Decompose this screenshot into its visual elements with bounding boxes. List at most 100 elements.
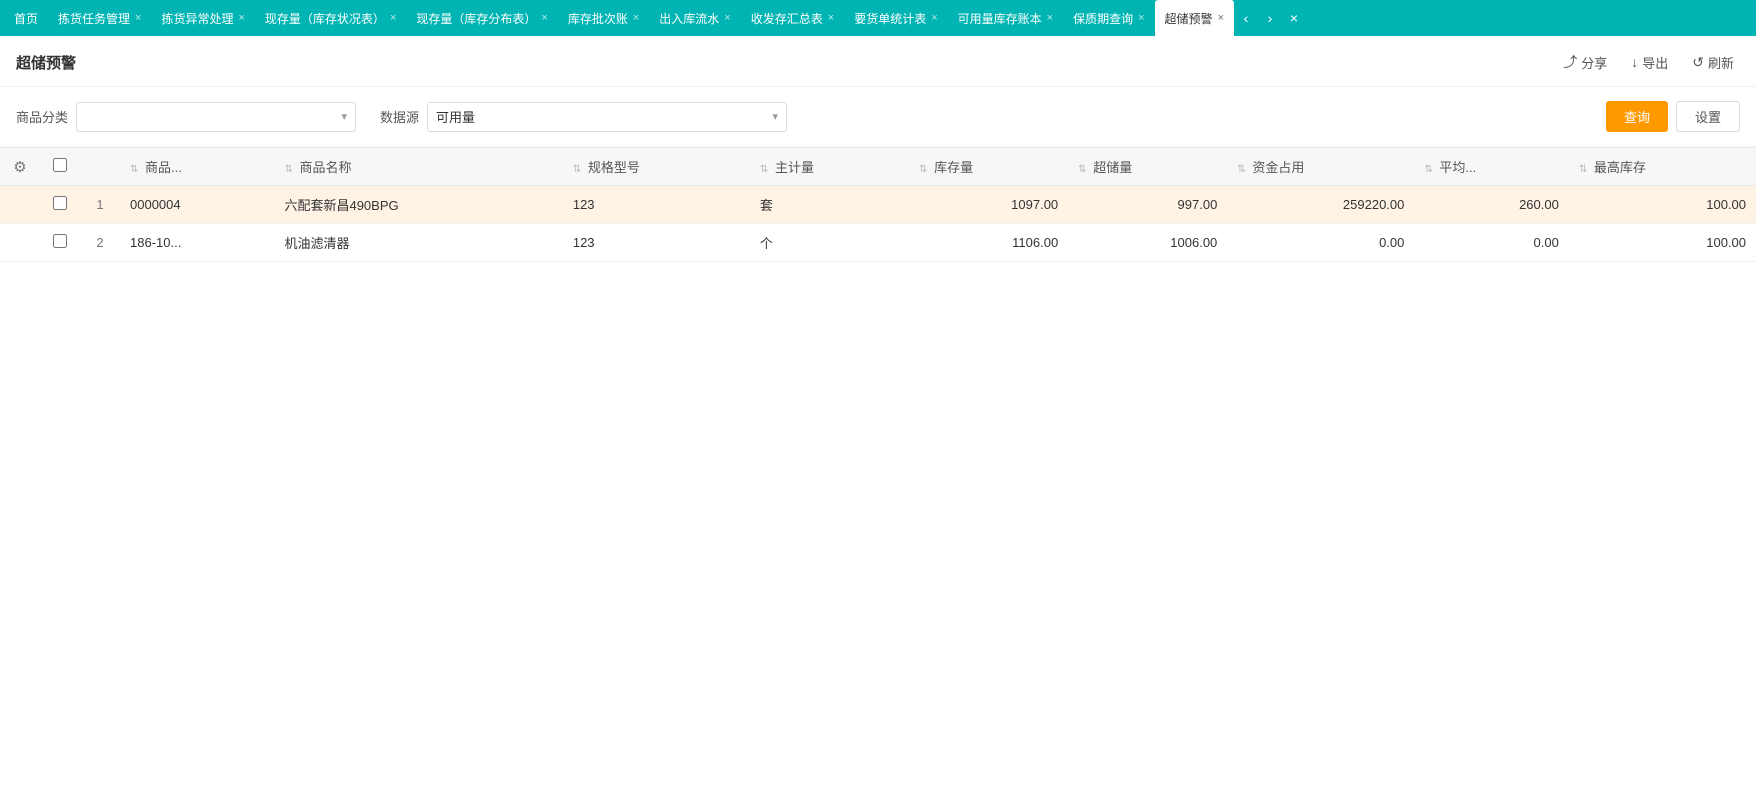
row-overstock: 997.00 — [1068, 186, 1227, 224]
sort-icon: ⇅ — [919, 164, 927, 175]
sort-icon: ⇅ — [130, 164, 138, 175]
sort-icon: ⇅ — [760, 164, 768, 175]
page-header: 超储预警 ⤴ 分享 ↓ 导出 ↺ 刷新 — [0, 36, 1756, 87]
product-category-select[interactable]: ▾ — [76, 102, 356, 132]
col-product-name-header[interactable]: ⇅ 商品名称 — [274, 148, 562, 186]
nav-inventory-dist[interactable]: 现存量（库存分布表） × — [406, 0, 557, 36]
sort-icon: ⇅ — [1078, 164, 1086, 175]
sort-icon: ⇅ — [1237, 164, 1245, 175]
col-settings-header: ⚙ — [0, 148, 40, 186]
col-max-stock-header[interactable]: ⇅ 最高库存 — [1569, 148, 1756, 186]
nav-arrow-right[interactable]: › — [1258, 0, 1282, 36]
table-container: ⚙ ⇅ 商品... ⇅ 商品名称 ⇅ — [0, 147, 1756, 262]
col-num-header — [80, 148, 120, 186]
nav-task-mgmt[interactable]: 拣货任务管理 × — [48, 0, 151, 36]
page-container: 超储预警 ⤴ 分享 ↓ 导出 ↺ 刷新 商品分类 ▾ 数据源 — [0, 36, 1756, 800]
nav-expiry-check[interactable]: 保质期查询 × — [1063, 0, 1154, 36]
row-product-code: 186-10... — [120, 224, 274, 262]
refresh-icon: ↺ — [1692, 54, 1704, 71]
data-source-value: 可用量 — [436, 107, 475, 126]
nav-available-account[interactable]: 可用量库存账本 × — [948, 0, 1063, 36]
row-max-stock: 100.00 — [1569, 224, 1756, 262]
filter-buttons: 查询 设置 — [1606, 101, 1740, 132]
close-icon[interactable]: × — [633, 12, 639, 24]
row-num-cell: 1 — [80, 186, 120, 224]
select-all-checkbox[interactable] — [53, 158, 67, 172]
col-overstock-header[interactable]: ⇅ 超储量 — [1068, 148, 1227, 186]
nav-home[interactable]: 首页 — [4, 0, 48, 36]
close-icon[interactable]: × — [135, 12, 141, 24]
refresh-button[interactable]: ↺ 刷新 — [1686, 49, 1740, 76]
sort-icon: ⇅ — [1424, 164, 1432, 175]
setting-button[interactable]: 设置 — [1676, 101, 1740, 132]
table-header-row: ⚙ ⇅ 商品... ⇅ 商品名称 ⇅ — [0, 148, 1756, 186]
row-product-name: 六配套新昌490BPG — [274, 186, 562, 224]
data-source-group: 数据源 可用量 ▾ — [380, 102, 787, 132]
chevron-down-icon: ▾ — [341, 110, 347, 123]
export-button[interactable]: ↓ 导出 — [1625, 49, 1674, 76]
row-capital: 0.00 — [1227, 224, 1414, 262]
row-spec: 123 — [563, 224, 750, 262]
page-title: 超储预警 — [16, 52, 76, 73]
col-avg-header[interactable]: ⇅ 平均... — [1414, 148, 1568, 186]
settings-gear-icon[interactable]: ⚙ — [13, 159, 26, 176]
sort-icon: ⇅ — [284, 164, 292, 175]
row-unit: 个 — [750, 224, 909, 262]
close-icon[interactable]: × — [828, 12, 834, 24]
nav-inventory-status[interactable]: 现存量（库存状况表） × — [255, 0, 406, 36]
nav-overstock-warning[interactable]: 超储预警 × — [1155, 0, 1234, 36]
close-icon[interactable]: × — [390, 12, 396, 24]
chevron-down-icon: ▾ — [773, 110, 779, 123]
row-product-name: 机油滤清器 — [274, 224, 562, 262]
row-product-code: 0000004 — [120, 186, 274, 224]
close-icon[interactable]: × — [238, 12, 244, 24]
row-settings-cell — [0, 186, 40, 224]
close-icon[interactable]: × — [541, 12, 547, 24]
row-stock: 1106.00 — [909, 224, 1068, 262]
share-icon: ⤴ — [1563, 52, 1577, 72]
row-capital: 259220.00 — [1227, 186, 1414, 224]
query-button[interactable]: 查询 — [1606, 101, 1668, 132]
col-spec-header[interactable]: ⇅ 规格型号 — [563, 148, 750, 186]
nav-inout-flow[interactable]: 出入库流水 × — [649, 0, 740, 36]
nav-abnormal[interactable]: 拣货异常处理 × — [151, 0, 254, 36]
row-max-stock: 100.00 — [1569, 186, 1756, 224]
close-icon[interactable]: × — [1047, 12, 1053, 24]
row-checkbox-1[interactable] — [53, 196, 67, 210]
overstock-table: ⚙ ⇅ 商品... ⇅ 商品名称 ⇅ — [0, 147, 1756, 262]
col-check-header — [40, 148, 80, 186]
table-row: 2 186-10... 机油滤清器 123 个 1106.00 1006.00 … — [0, 224, 1756, 262]
sort-icon: ⇅ — [573, 164, 581, 175]
close-icon[interactable]: × — [1218, 12, 1224, 24]
row-checkbox-2[interactable] — [53, 234, 67, 248]
row-avg: 260.00 — [1414, 186, 1568, 224]
table-row: 1 0000004 六配套新昌490BPG 123 套 1097.00 997.… — [0, 186, 1756, 224]
row-unit: 套 — [750, 186, 909, 224]
nav-order-stats[interactable]: 要货单统计表 × — [844, 0, 947, 36]
nav-arrow-more[interactable]: × — [1282, 0, 1306, 36]
row-overstock: 1006.00 — [1068, 224, 1227, 262]
col-stock-header[interactable]: ⇅ 库存量 — [909, 148, 1068, 186]
product-category-label: 商品分类 — [16, 107, 68, 126]
nav-collect-summary[interactable]: 收发存汇总表 × — [741, 0, 844, 36]
nav-batch-account[interactable]: 库存批次账 × — [558, 0, 649, 36]
nav-bar: 首页 拣货任务管理 × 拣货异常处理 × 现存量（库存状况表） × 现存量（库存… — [0, 0, 1756, 36]
col-capital-header[interactable]: ⇅ 资金占用 — [1227, 148, 1414, 186]
close-icon[interactable]: × — [931, 12, 937, 24]
close-icon[interactable]: × — [724, 12, 730, 24]
col-unit-header[interactable]: ⇅ 主计量 — [750, 148, 909, 186]
data-source-label: 数据源 — [380, 107, 419, 126]
data-source-select[interactable]: 可用量 ▾ — [427, 102, 787, 132]
share-button[interactable]: ⤴ 分享 — [1557, 48, 1613, 76]
col-product-code-header[interactable]: ⇅ 商品... — [120, 148, 274, 186]
close-icon[interactable]: × — [1138, 12, 1144, 24]
row-check-cell — [40, 186, 80, 224]
row-spec: 123 — [563, 186, 750, 224]
nav-arrow-left[interactable]: ‹ — [1234, 0, 1258, 36]
product-category-group: 商品分类 ▾ — [16, 102, 356, 132]
filter-area: 商品分类 ▾ 数据源 可用量 ▾ 查询 设置 — [0, 87, 1756, 147]
row-stock: 1097.00 — [909, 186, 1068, 224]
sort-icon: ⇅ — [1579, 164, 1587, 175]
row-avg: 0.00 — [1414, 224, 1568, 262]
row-num-cell: 2 — [80, 224, 120, 262]
